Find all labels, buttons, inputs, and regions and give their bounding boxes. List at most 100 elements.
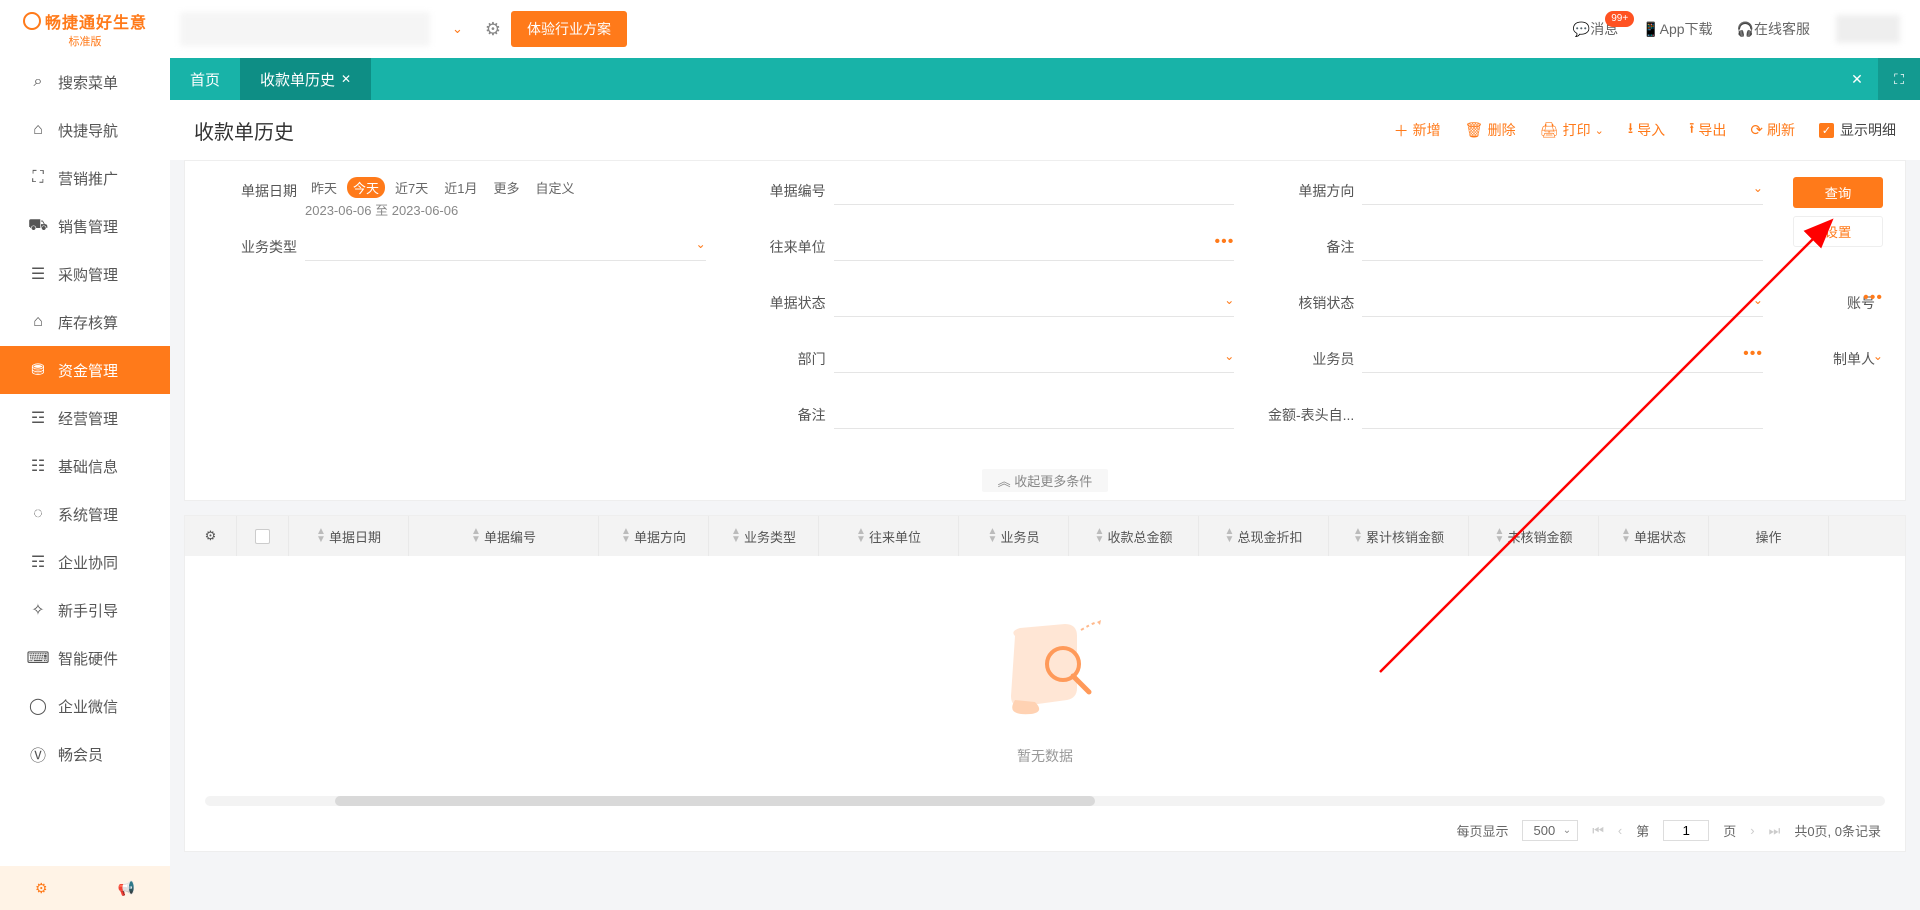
chevron-down-icon[interactable]: ⌄ xyxy=(452,21,463,37)
sidebar-item-label: 系统管理 xyxy=(58,504,118,525)
filter-settings-button[interactable]: 设置 xyxy=(1793,216,1883,247)
amount-header-input[interactable] xyxy=(1362,401,1763,429)
th-1[interactable]: ▲▼单据编号 xyxy=(409,516,599,556)
th-8[interactable]: ▲▼累计核销金额 xyxy=(1329,516,1469,556)
date-tag-2[interactable]: 近7天 xyxy=(389,177,434,198)
th-6[interactable]: ▲▼收款总金额 xyxy=(1069,516,1199,556)
sidebar-item-12[interactable]: ⌨智能硬件 xyxy=(0,634,170,682)
sidebar-item-0[interactable]: ⌕搜索菜单 xyxy=(0,58,170,106)
close-icon[interactable]: ✕ xyxy=(341,72,351,86)
remark2-input[interactable] xyxy=(834,401,1235,429)
th-3[interactable]: ▲▼业务类型 xyxy=(709,516,819,556)
th-11[interactable]: 操作 xyxy=(1709,516,1829,556)
online-cs-button[interactable]: 🎧 在线客服 xyxy=(1737,19,1810,39)
sidebar-icon: ☷ xyxy=(28,456,48,476)
remark-input[interactable] xyxy=(1362,233,1763,261)
fullscreen-icon[interactable]: ⛶ xyxy=(1878,58,1920,100)
per-page-select[interactable]: 500⌄ xyxy=(1522,820,1578,841)
user-avatar[interactable] xyxy=(1836,15,1900,43)
clerk-select[interactable]: ••• xyxy=(1362,345,1763,373)
export-button[interactable]: ⭱导出 xyxy=(1689,118,1726,143)
sound-icon[interactable]: 📢 xyxy=(118,880,135,897)
sidebar-item-1[interactable]: ⌂快捷导航 xyxy=(0,106,170,154)
doc-status-select[interactable]: ⌄ xyxy=(834,289,1235,317)
tab-首页[interactable]: 首页 xyxy=(170,58,240,100)
partner-select[interactable]: ••• xyxy=(834,233,1235,261)
sidebar-item-9[interactable]: ◌系统管理 xyxy=(0,490,170,538)
date-tag-4[interactable]: 更多 xyxy=(488,177,526,198)
th-4[interactable]: ▲▼往来单位 xyxy=(819,516,959,556)
sidebar-item-13[interactable]: ◯企业微信 xyxy=(0,682,170,730)
filter-verify-status: 核销状态 ⌄ xyxy=(1264,289,1763,345)
gear-icon[interactable]: ⚙ xyxy=(485,19,501,40)
sidebar-icon: ⌕ xyxy=(28,73,48,91)
date-tag-3[interactable]: 近1月 xyxy=(438,177,483,198)
plus-icon: ＋ xyxy=(1394,120,1409,141)
settings-icon[interactable]: ⚙ xyxy=(35,880,48,897)
verify-status-label: 核销状态 xyxy=(1264,289,1362,313)
first-page-icon[interactable]: ⏮ xyxy=(1592,823,1604,839)
date-tag-0[interactable]: 昨天 xyxy=(305,177,343,198)
select-all-cell[interactable] xyxy=(237,516,289,556)
query-button[interactable]: 查询 xyxy=(1793,177,1883,208)
th-5[interactable]: ▲▼业务员 xyxy=(959,516,1069,556)
biz-type-select[interactable]: ⌄ xyxy=(305,233,706,261)
app-download-button[interactable]: 📱 App下载 xyxy=(1642,19,1712,39)
headset-icon: 🎧 xyxy=(1737,21,1754,38)
th-10[interactable]: ▲▼单据状态 xyxy=(1599,516,1709,556)
page-title: 收款单历史 xyxy=(194,116,294,145)
sidebar-item-5[interactable]: ⌂库存核算 xyxy=(0,298,170,346)
date-range-text: 2023-06-06 至 2023-06-06 xyxy=(305,200,706,219)
filter-dept: 部门 ⌄ xyxy=(736,345,1235,401)
sort-icon: ▲▼ xyxy=(1225,528,1235,544)
collapse-filters-button[interactable]: ︽ 收起更多条件 xyxy=(185,465,1905,500)
experience-button[interactable]: 体验行业方案 xyxy=(511,11,627,47)
tab-close-all-icon[interactable]: ✕ xyxy=(1836,58,1878,100)
filter-remark: 备注 xyxy=(1264,233,1763,289)
page-input[interactable] xyxy=(1663,820,1709,841)
add-button[interactable]: ＋新增 xyxy=(1394,120,1441,141)
verify-status-select[interactable]: ⌄ xyxy=(1362,289,1763,317)
sort-icon: ▲▼ xyxy=(856,528,866,544)
message-button[interactable]: 💬 消息 99+ xyxy=(1573,19,1618,39)
sidebar-item-7[interactable]: ☲经营管理 xyxy=(0,394,170,442)
date-tag-5[interactable]: 自定义 xyxy=(530,177,581,198)
th-7[interactable]: ▲▼总现金折扣 xyxy=(1199,516,1329,556)
table-settings-cell[interactable]: ⚙ xyxy=(185,516,237,556)
th-9[interactable]: ▲▼未核销金额 xyxy=(1469,516,1599,556)
collapse-label: 收起更多条件 xyxy=(1014,474,1092,489)
tab-收款单历史[interactable]: 收款单历史✕ xyxy=(240,58,371,100)
delete-button[interactable]: 🗑删除 xyxy=(1465,120,1516,140)
sidebar-item-6[interactable]: ⛃资金管理 xyxy=(0,346,170,394)
print-button[interactable]: 🖨打印⌄ xyxy=(1540,120,1604,140)
scrollbar-thumb[interactable] xyxy=(335,796,1095,806)
sidebar-item-4[interactable]: ☰采购管理 xyxy=(0,250,170,298)
sidebar-item-2[interactable]: ⛶营销推广 xyxy=(0,154,170,202)
sidebar-item-label: 新手引导 xyxy=(58,600,118,621)
dept-select[interactable]: ⌄ xyxy=(834,345,1235,373)
more-icon: ••• xyxy=(1863,289,1883,307)
next-page-icon[interactable]: › xyxy=(1750,823,1754,838)
sort-icon: ▲▼ xyxy=(621,528,631,544)
sidebar-item-11[interactable]: ✧新手引导 xyxy=(0,586,170,634)
sidebar-item-8[interactable]: ☷基础信息 xyxy=(0,442,170,490)
company-selector[interactable] xyxy=(180,12,430,46)
sidebar-item-14[interactable]: Ⓥ畅会员 xyxy=(0,730,170,778)
sidebar-item-3[interactable]: ⛟销售管理 xyxy=(0,202,170,250)
doc-no-input[interactable] xyxy=(834,177,1235,205)
filter-doc-dir: 单据方向 ⌄ xyxy=(1264,177,1763,233)
doc-status-label: 单据状态 xyxy=(736,289,834,313)
doc-dir-select[interactable]: ⌄ xyxy=(1362,177,1763,205)
import-button[interactable]: ⭳导入 xyxy=(1628,118,1665,143)
th-2[interactable]: ▲▼单据方向 xyxy=(599,516,709,556)
th-0[interactable]: ▲▼单据日期 xyxy=(289,516,409,556)
filter-remark2: 备注 xyxy=(736,401,1235,457)
show-detail-toggle[interactable]: ✓显示明细 xyxy=(1819,120,1896,140)
last-page-icon[interactable]: ⏭ xyxy=(1769,823,1781,839)
horizontal-scrollbar[interactable] xyxy=(205,796,1885,806)
prev-page-icon[interactable]: ‹ xyxy=(1618,823,1622,838)
empty-image xyxy=(985,616,1105,726)
refresh-button[interactable]: ⟳刷新 xyxy=(1750,120,1795,140)
date-tag-1[interactable]: 今天 xyxy=(347,177,385,198)
sidebar-item-10[interactable]: ☶企业协同 xyxy=(0,538,170,586)
